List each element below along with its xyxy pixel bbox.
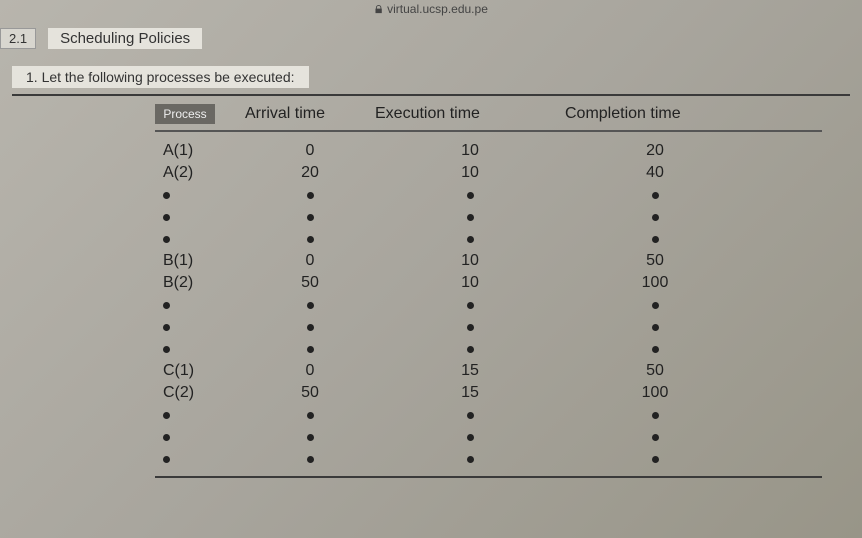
cell-arrival: 50 (245, 384, 375, 402)
section-number: 2.1 (0, 28, 36, 49)
table-row: A(2)201040 (155, 162, 822, 184)
cell-process: C(1) (155, 362, 245, 380)
cell-dots (375, 406, 565, 424)
cell-dots (375, 340, 565, 358)
cell-dots (155, 186, 245, 204)
cell-dots (155, 406, 245, 424)
table-row (155, 184, 822, 206)
table-row (155, 228, 822, 250)
cell-dots (375, 428, 565, 446)
cell-completion: 100 (565, 274, 745, 292)
col-header-arrival: Arrival time (245, 105, 375, 123)
cell-process: B(1) (155, 252, 245, 270)
table-row (155, 426, 822, 448)
cell-dots (375, 296, 565, 314)
table-row: B(1)01050 (155, 250, 822, 272)
cell-dots (375, 450, 565, 468)
cell-completion: 50 (565, 252, 745, 270)
cell-completion: 100 (565, 384, 745, 402)
cell-dots (565, 186, 745, 204)
cell-process: A(1) (155, 142, 245, 160)
cell-completion: 20 (565, 142, 745, 160)
table-row: B(2)5010100 (155, 272, 822, 294)
cell-execution: 10 (375, 252, 565, 270)
cell-dots (245, 186, 375, 204)
cell-execution: 10 (375, 274, 565, 292)
cell-dots (155, 428, 245, 446)
cell-process: A(2) (155, 164, 245, 182)
table-row (155, 316, 822, 338)
cell-dots (245, 428, 375, 446)
table-row (155, 294, 822, 316)
cell-dots (565, 450, 745, 468)
cell-dots (155, 208, 245, 226)
cell-arrival: 0 (245, 362, 375, 380)
cell-arrival: 0 (245, 252, 375, 270)
cell-dots (375, 208, 565, 226)
table-row (155, 404, 822, 426)
cell-dots (245, 208, 375, 226)
cell-dots (155, 340, 245, 358)
cell-arrival: 0 (245, 142, 375, 160)
cell-execution: 15 (375, 384, 565, 402)
cell-dots (245, 296, 375, 314)
table-body: A(1)01020A(2)201040B(1)01050B(2)5010100C… (155, 140, 822, 470)
table-row (155, 448, 822, 470)
section-title: Scheduling Policies (48, 28, 202, 49)
table-row (155, 338, 822, 360)
cell-dots (565, 406, 745, 424)
cell-dots (245, 406, 375, 424)
url-bar: virtual.ucsp.edu.pe (374, 0, 488, 18)
cell-completion: 40 (565, 164, 745, 182)
question-text: 1. Let the following processes be execut… (12, 66, 309, 88)
section-header: 2.1 Scheduling Policies (0, 28, 202, 49)
cell-dots (155, 296, 245, 314)
cell-dots (375, 318, 565, 336)
table-row: A(1)01020 (155, 140, 822, 162)
rule-bottom (155, 476, 822, 478)
table-row: C(1)01550 (155, 360, 822, 382)
cell-dots (565, 428, 745, 446)
col-header-completion: Completion time (565, 105, 745, 123)
cell-dots (375, 186, 565, 204)
cell-arrival: 20 (245, 164, 375, 182)
cell-dots (155, 318, 245, 336)
cell-dots (565, 230, 745, 248)
cell-dots (565, 340, 745, 358)
table-header-row: Process Arrival time Execution time Comp… (155, 104, 822, 132)
table-row (155, 206, 822, 228)
lock-icon (374, 5, 383, 14)
cell-dots (245, 230, 375, 248)
url-text: virtual.ucsp.edu.pe (387, 2, 488, 16)
process-table: Process Arrival time Execution time Comp… (155, 104, 822, 478)
cell-dots (155, 230, 245, 248)
cell-process: C(2) (155, 384, 245, 402)
cell-execution: 10 (375, 142, 565, 160)
col-header-execution: Execution time (375, 105, 565, 123)
cell-execution: 10 (375, 164, 565, 182)
cell-process: B(2) (155, 274, 245, 292)
cell-dots (245, 450, 375, 468)
process-badge: Process (155, 104, 215, 124)
cell-dots (565, 318, 745, 336)
cell-dots (375, 230, 565, 248)
cell-dots (245, 340, 375, 358)
rule-top (12, 94, 850, 96)
cell-dots (155, 450, 245, 468)
cell-arrival: 50 (245, 274, 375, 292)
cell-dots (565, 296, 745, 314)
cell-completion: 50 (565, 362, 745, 380)
cell-execution: 15 (375, 362, 565, 380)
table-row: C(2)5015100 (155, 382, 822, 404)
cell-dots (565, 208, 745, 226)
cell-dots (245, 318, 375, 336)
